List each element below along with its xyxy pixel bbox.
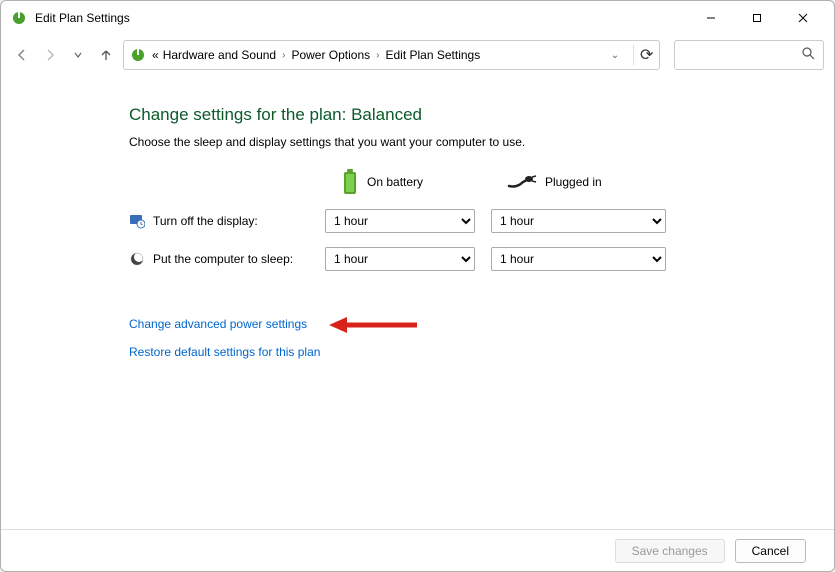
page-subtext: Choose the sleep and display settings th…	[129, 135, 834, 149]
chevron-right-icon: ›	[374, 50, 381, 61]
column-label: On battery	[367, 175, 423, 189]
power-options-icon	[130, 47, 146, 63]
row-label-sleep: Put the computer to sleep:	[129, 251, 309, 267]
breadcrumb-item[interactable]: Edit Plan Settings	[386, 48, 481, 62]
sleep-plugged-select[interactable]: 1 hour	[491, 247, 666, 271]
display-plugged-select[interactable]: 1 hour	[491, 209, 666, 233]
back-button[interactable]	[11, 44, 33, 66]
monitor-clock-icon	[129, 213, 145, 229]
titlebar: Edit Plan Settings	[1, 1, 834, 35]
search-icon	[802, 47, 815, 63]
row-label-display: Turn off the display:	[129, 213, 309, 229]
moon-icon	[129, 251, 145, 267]
power-options-icon	[11, 10, 27, 26]
row-label-text: Turn off the display:	[153, 214, 258, 228]
action-links: Change advanced power settings Restore d…	[129, 317, 834, 373]
navigation-toolbar: « Hardware and Sound › Power Options › E…	[1, 35, 834, 75]
forward-button[interactable]	[39, 44, 61, 66]
battery-icon	[341, 169, 359, 195]
column-header-battery: On battery	[325, 169, 475, 195]
column-label: Plugged in	[545, 175, 602, 189]
settings-grid: On battery Plugged in Turn off the displ…	[129, 169, 834, 271]
breadcrumb-item[interactable]: Hardware and Sound	[163, 48, 276, 62]
restore-defaults-link[interactable]: Restore default settings for this plan	[129, 345, 320, 359]
sleep-battery-select[interactable]: 1 hour	[325, 247, 475, 271]
row-label-text: Put the computer to sleep:	[153, 252, 293, 266]
close-button[interactable]	[780, 3, 826, 33]
breadcrumb-prefix: «	[152, 48, 159, 62]
search-input[interactable]	[674, 40, 824, 70]
change-advanced-link[interactable]: Change advanced power settings	[129, 317, 307, 331]
chevron-down-icon[interactable]: ⌄	[607, 50, 623, 61]
minimize-button[interactable]	[688, 3, 734, 33]
maximize-button[interactable]	[734, 3, 780, 33]
up-button[interactable]	[95, 44, 117, 66]
ac-plug-icon	[507, 174, 537, 190]
footer: Save changes Cancel	[1, 529, 834, 571]
refresh-button[interactable]: ⟳	[633, 45, 653, 65]
edit-plan-settings-window: Edit Plan Settings	[0, 0, 835, 572]
chevron-right-icon: ›	[280, 50, 287, 61]
recent-locations-button[interactable]	[67, 44, 89, 66]
window-title: Edit Plan Settings	[35, 11, 130, 25]
display-battery-select[interactable]: 1 hour	[325, 209, 475, 233]
cancel-button[interactable]: Cancel	[735, 539, 806, 563]
breadcrumb-item[interactable]: Power Options	[291, 48, 370, 62]
column-header-plugged: Plugged in	[491, 174, 666, 190]
address-bar[interactable]: « Hardware and Sound › Power Options › E…	[123, 40, 660, 70]
content-area: Change settings for the plan: Balanced C…	[1, 83, 834, 529]
page-heading: Change settings for the plan: Balanced	[129, 105, 834, 125]
save-changes-button[interactable]: Save changes	[615, 539, 725, 563]
